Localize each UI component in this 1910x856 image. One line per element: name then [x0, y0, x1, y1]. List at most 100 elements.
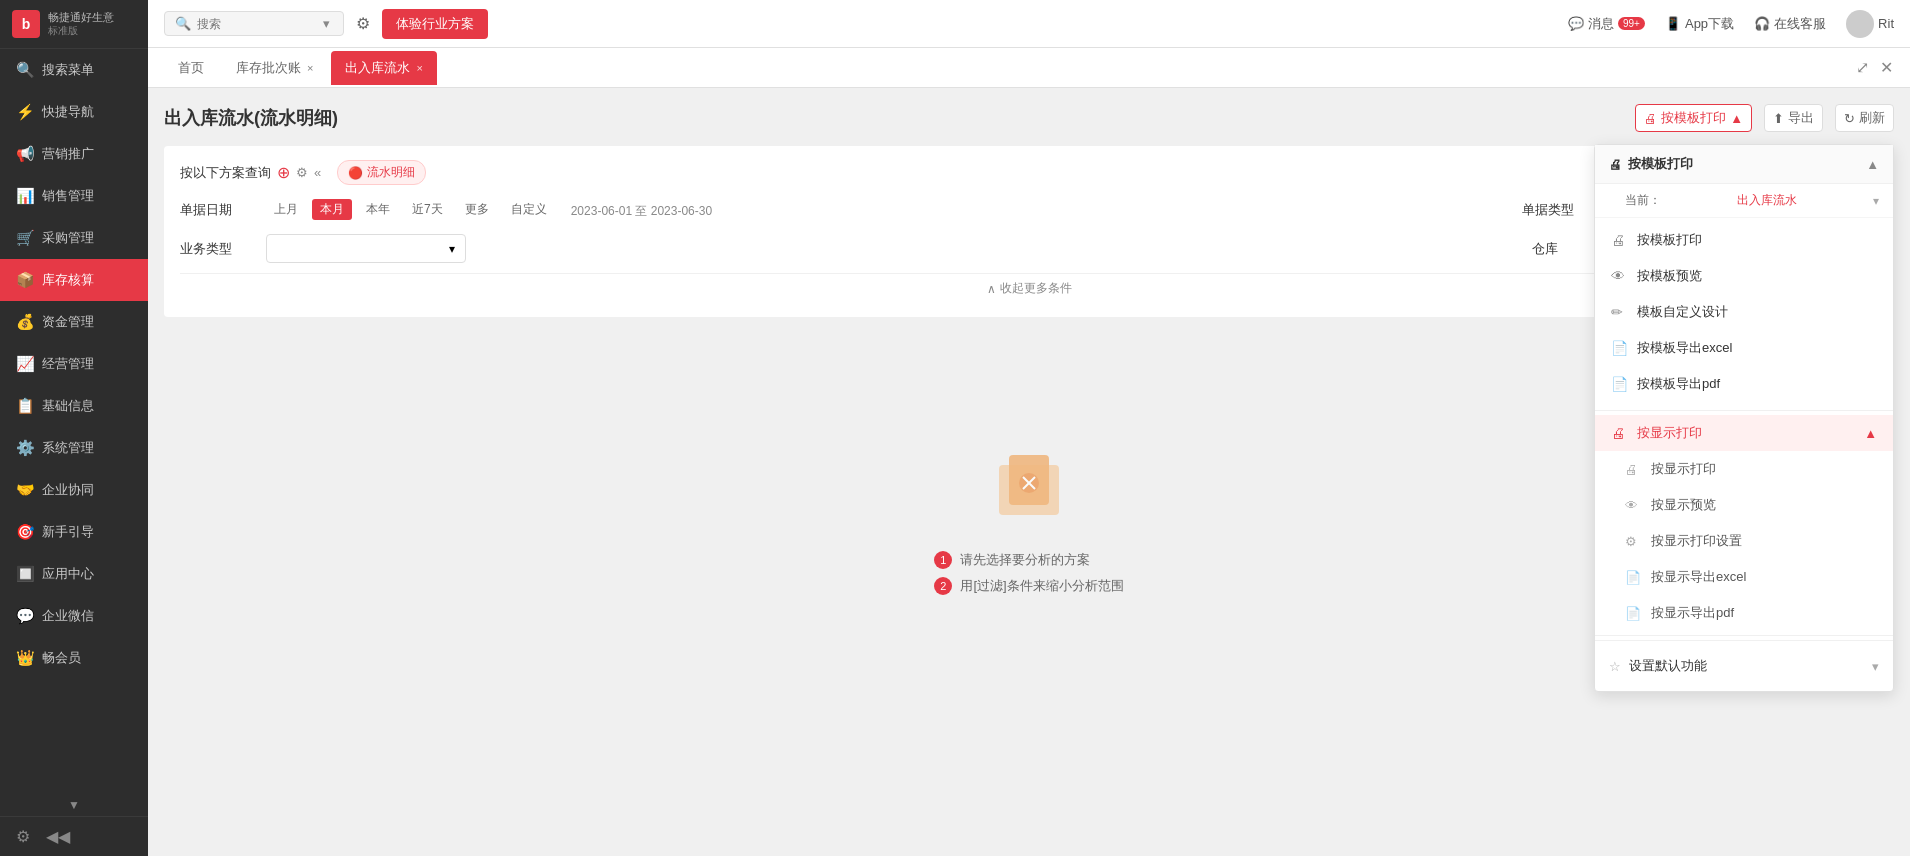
filter-add-icon[interactable]: ⊕ — [277, 163, 290, 182]
set-default-item[interactable]: ☆ 设置默认功能 ▾ — [1609, 649, 1879, 683]
display-pdf-item[interactable]: 📄 按显示导出pdf — [1595, 595, 1893, 631]
dropdown-divider-2 — [1595, 635, 1893, 636]
filter-tag-detail[interactable]: 🔴 流水明细 — [337, 160, 426, 185]
sidebar-item-apps[interactable]: 🔲 应用中心 — [0, 553, 148, 595]
sidebar-collapse-icon[interactable]: ◀◀ — [46, 827, 70, 846]
print-dropdown-panel: 🖨 按模板打印 ▲ 当前： 出入库流水 ▾ 🖨 按模板打印 — [1594, 144, 1894, 692]
sidebar-item-purchase[interactable]: 🛒 采购管理 — [0, 217, 148, 259]
date-custom[interactable]: 自定义 — [503, 199, 555, 220]
phone-icon: 📱 — [1665, 16, 1681, 31]
sidebar-item-sales[interactable]: 📊 销售管理 — [0, 175, 148, 217]
date-last7[interactable]: 近7天 — [404, 199, 451, 220]
warehouse-label: 仓库 — [1532, 240, 1582, 258]
refresh-button[interactable]: ↻ 刷新 — [1835, 104, 1894, 132]
display-print-settings-item[interactable]: ⚙ 按显示打印设置 — [1595, 523, 1893, 559]
edit-icon: ✏ — [1611, 304, 1627, 320]
tab-flow-close[interactable]: × — [416, 62, 422, 74]
pdf-icon: 📄 — [1611, 376, 1627, 392]
excel-icon: 📄 — [1611, 340, 1627, 356]
display-excel-item[interactable]: 📄 按显示导出excel — [1595, 559, 1893, 595]
display-pdf-icon: 📄 — [1625, 606, 1641, 621]
template-excel-item[interactable]: 📄 按模板导出excel — [1595, 330, 1893, 366]
window-restore-button[interactable]: ⤢ — [1854, 60, 1870, 76]
template-pdf-item[interactable]: 📄 按模板导出pdf — [1595, 366, 1893, 402]
tab-batch-close[interactable]: × — [307, 62, 313, 74]
display-excel-icon: 📄 — [1625, 570, 1641, 585]
sidebar-item-cooperation[interactable]: 🤝 企业协同 — [0, 469, 148, 511]
page-content: 出入库流水(流水明细) 🖨 按模板打印 ▲ ⬆ 导出 ↻ 刷新 — [148, 88, 1910, 856]
print-icon: 🖨 — [1644, 111, 1657, 126]
empty-illustration — [979, 435, 1079, 535]
cooperation-icon: 🤝 — [16, 481, 34, 499]
business-type-label: 业务类型 — [180, 240, 250, 258]
date-more[interactable]: 更多 — [457, 199, 497, 220]
search-input[interactable] — [197, 17, 317, 31]
tab-batch[interactable]: 库存批次账 × — [222, 51, 327, 85]
date-range-display: 2023-06-01 至 2023-06-30 — [571, 203, 712, 220]
display-preview-item[interactable]: 👁 按显示预览 — [1595, 487, 1893, 523]
tab-flow[interactable]: 出入库流水 × — [331, 51, 436, 85]
sidebar-item-marketing[interactable]: 📢 营销推广 — [0, 133, 148, 175]
window-close-button[interactable]: ✕ — [1878, 60, 1894, 76]
dropdown-collapse-icon[interactable]: ▲ — [1866, 157, 1879, 172]
filter-label: 按以下方案查询 ⊕ ⚙ « — [180, 163, 321, 182]
display-print-group[interactable]: 🖨 按显示打印 ▲ — [1595, 415, 1893, 451]
messages-button[interactable]: 💬 消息 99+ — [1568, 15, 1645, 33]
empty-step-1: 1 请先选择要分析的方案 — [934, 551, 1123, 569]
purchase-icon: 🛒 — [16, 229, 34, 247]
business-type-select[interactable]: ▾ — [266, 234, 466, 263]
sidebar-scroll-down[interactable]: ▼ — [0, 794, 148, 816]
filter-tag-area: 🔴 流水明细 — [337, 160, 426, 185]
sidebar-item-guide[interactable]: 🎯 新手引导 — [0, 511, 148, 553]
search-icon: 🔍 — [16, 61, 34, 79]
display-print-item[interactable]: 🖨 按显示打印 — [1595, 451, 1893, 487]
tab-home[interactable]: 首页 — [164, 51, 218, 85]
tabs-bar: 首页 库存批次账 × 出入库流水 × ⤢ ✕ — [148, 48, 1910, 88]
date-this-month[interactable]: 本月 — [312, 199, 352, 220]
template-print-section: 🖨 按模板打印 👁 按模板预览 ✏ 模板自定义设计 📄 按模板导出excel — [1595, 218, 1893, 406]
search-icon: 🔍 — [175, 16, 191, 31]
base-icon: 📋 — [16, 397, 34, 415]
sidebar-nav: 🔍 搜索菜单 ⚡ 快捷导航 📢 营销推广 📊 销售管理 🛒 采购管理 📦 — [0, 49, 148, 794]
date-filter: 上月 本月 本年 近7天 更多 自定义 — [266, 199, 555, 220]
template-custom-item[interactable]: ✏ 模板自定义设计 — [1595, 294, 1893, 330]
app-download-button[interactable]: 📱 App下载 — [1665, 15, 1734, 33]
apps-icon: 🔲 — [16, 565, 34, 583]
template-print-item[interactable]: 🖨 按模板打印 — [1595, 222, 1893, 258]
search-dropdown-icon[interactable]: ▾ — [323, 16, 330, 31]
dropdown-current-arrow[interactable]: ▾ — [1873, 194, 1879, 208]
sidebar-item-finance[interactable]: 💰 资金管理 — [0, 301, 148, 343]
marketing-icon: 📢 — [16, 145, 34, 163]
chevron-up-icon: ▲ — [1730, 111, 1743, 126]
page-title: 出入库流水(流水明细) — [164, 106, 338, 130]
date-this-year[interactable]: 本年 — [358, 199, 398, 220]
filter-settings-icon[interactable]: ⚙ — [296, 165, 308, 180]
sidebar-item-inventory[interactable]: 📦 库存核算 — [0, 259, 148, 301]
sidebar-item-wechat[interactable]: 💬 企业微信 — [0, 595, 148, 637]
sidebar-item-base[interactable]: 📋 基础信息 — [0, 385, 148, 427]
display-print-group-icon: 🖨 — [1611, 425, 1627, 441]
sidebar-item-search[interactable]: 🔍 搜索菜单 — [0, 49, 148, 91]
user-profile[interactable]: Rit — [1846, 10, 1894, 38]
print-template-button[interactable]: 🖨 按模板打印 ▲ — [1635, 104, 1752, 132]
type-label: 单据类型 — [1522, 201, 1582, 219]
topbar-search-box[interactable]: 🔍 ▾ — [164, 11, 344, 36]
industry-solution-button[interactable]: 体验行业方案 — [382, 9, 488, 39]
online-service-button[interactable]: 🎧 在线客服 — [1754, 15, 1826, 33]
date-last-month[interactable]: 上月 — [266, 199, 306, 220]
topbar: 🔍 ▾ ⚙ 体验行业方案 💬 消息 99+ 📱 App下载 🎧 在线客服 — [148, 0, 1910, 48]
sidebar-bottom: ⚙ ◀◀ — [0, 816, 148, 856]
filter-collapse-icon[interactable]: « — [314, 165, 321, 180]
sidebar-item-quick-nav[interactable]: ⚡ 快捷导航 — [0, 91, 148, 133]
inventory-icon: 📦 — [16, 271, 34, 289]
sidebar-item-operations[interactable]: 📈 经营管理 — [0, 343, 148, 385]
template-preview-item[interactable]: 👁 按模板预览 — [1595, 258, 1893, 294]
export-button[interactable]: ⬆ 导出 — [1764, 104, 1823, 132]
topbar-gear-icon[interactable]: ⚙ — [356, 14, 370, 33]
dropdown-title: 🖨 按模板打印 — [1609, 155, 1693, 173]
logo-text: 畅捷通好生意 标准版 — [48, 10, 114, 38]
sidebar-item-system[interactable]: ⚙️ 系统管理 — [0, 427, 148, 469]
logo-icon: b — [12, 10, 40, 38]
sidebar-item-member[interactable]: 👑 畅会员 — [0, 637, 148, 679]
sidebar-settings-icon[interactable]: ⚙ — [16, 827, 30, 846]
